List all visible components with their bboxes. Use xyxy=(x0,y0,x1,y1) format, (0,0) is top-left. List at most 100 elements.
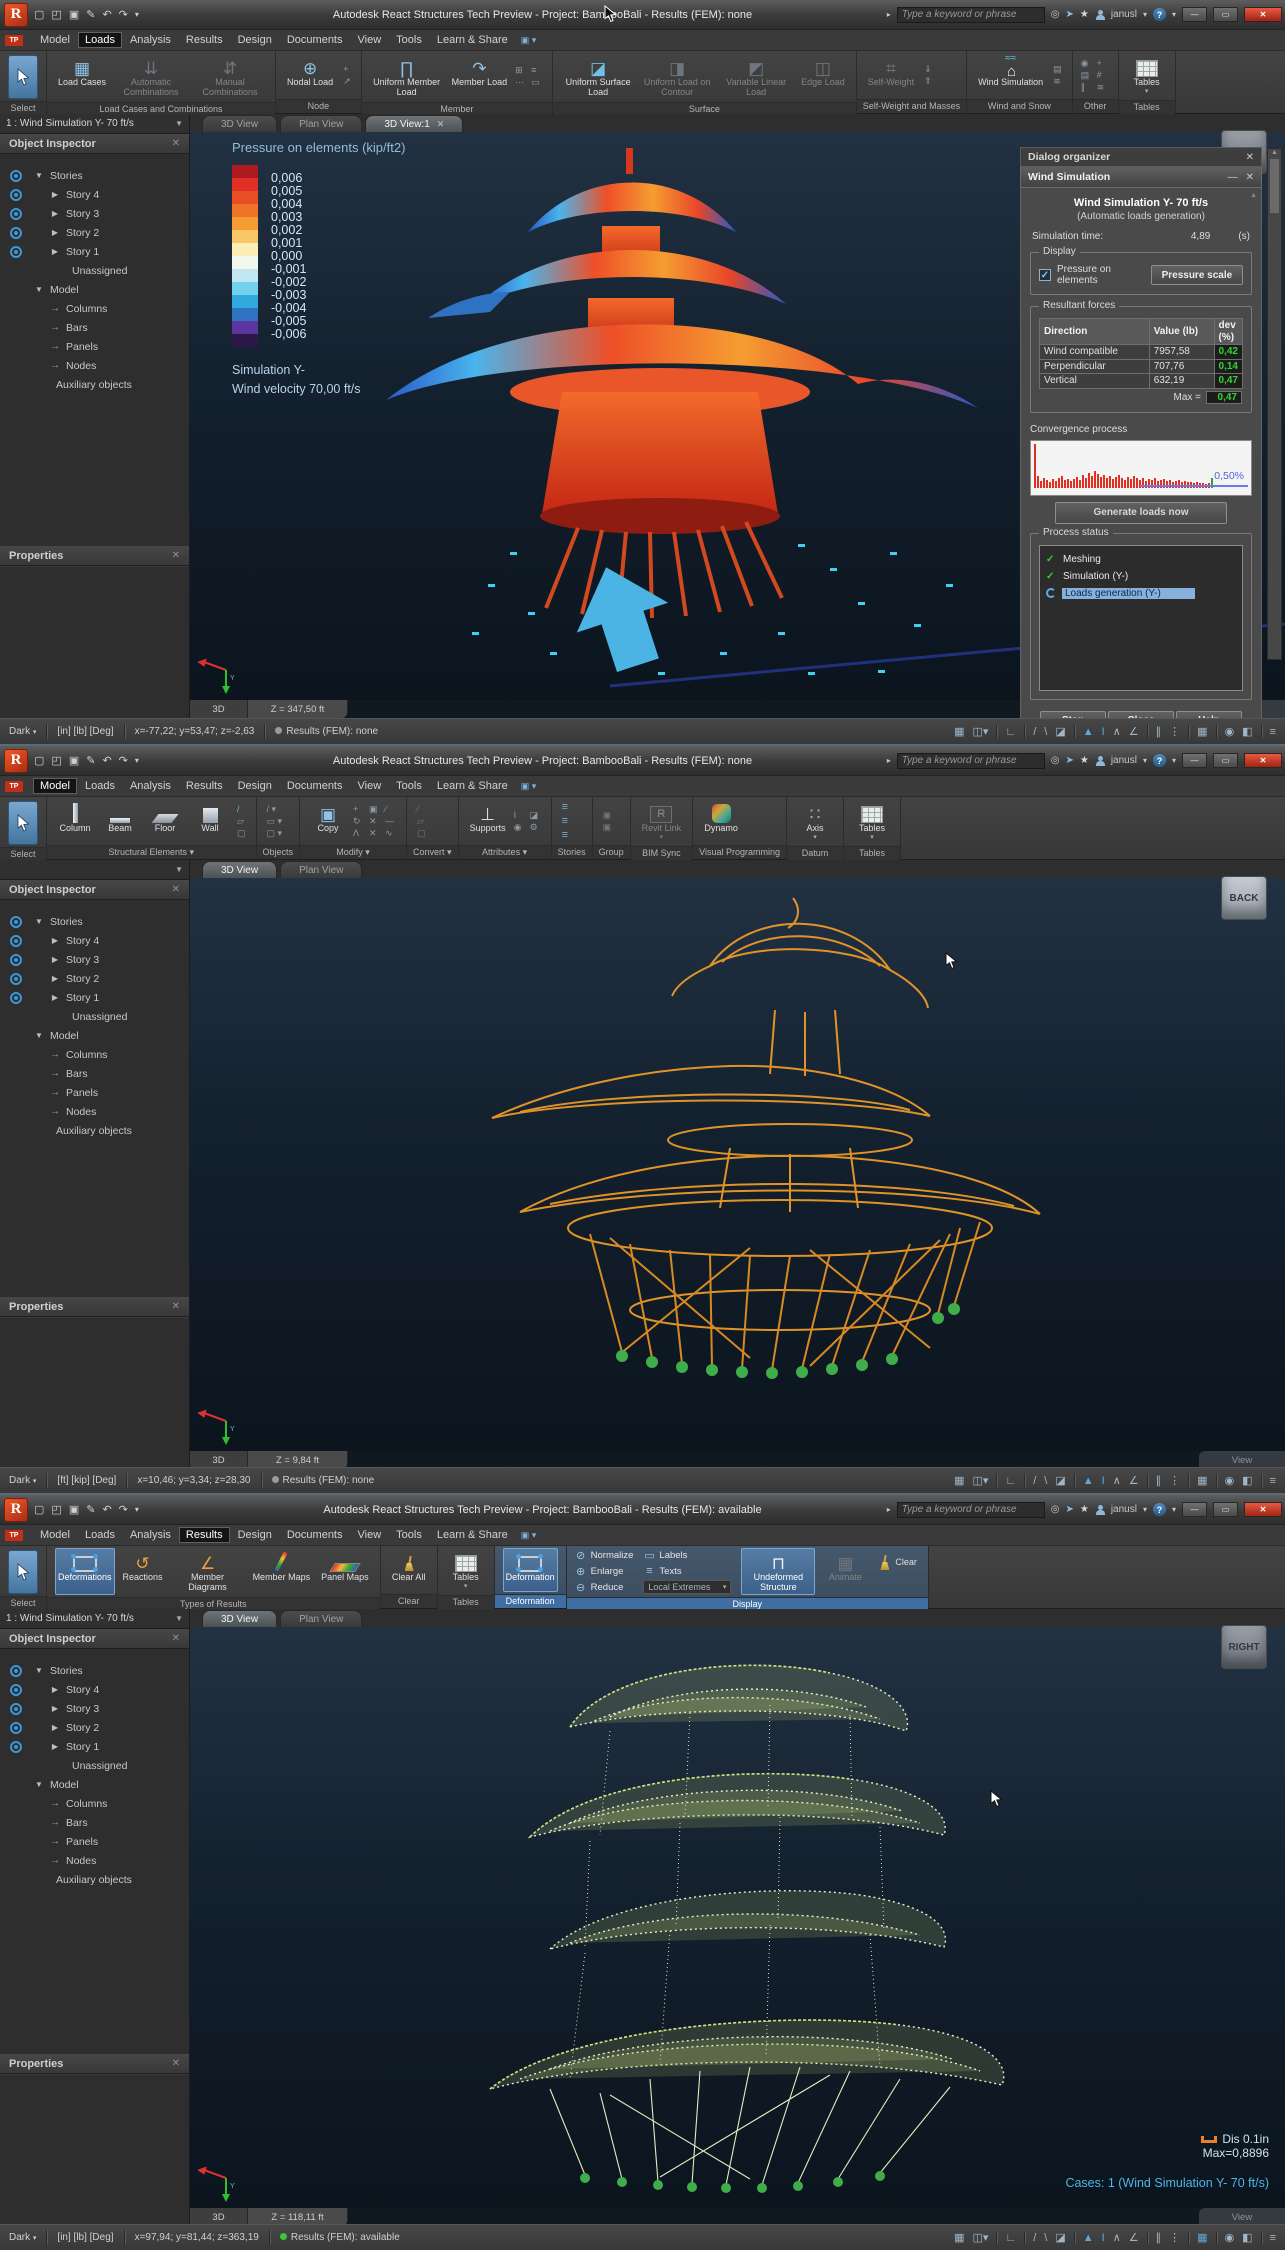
objects-icons[interactable]: / ▾▭ ▾▢ ▾ xyxy=(265,799,285,843)
snap-icon[interactable]: ∧ xyxy=(1113,1474,1121,1487)
help-icon[interactable]: ? xyxy=(1153,1503,1166,1516)
undo-icon[interactable]: ↶ xyxy=(102,8,111,21)
tree-item-story4[interactable]: ▶Story 4 xyxy=(0,931,189,950)
column-button[interactable]: Column xyxy=(55,799,95,843)
visibility-eye-icon[interactable] xyxy=(10,1665,22,1677)
texts-toggle[interactable]: ≡Texts xyxy=(643,1564,731,1578)
close-icon[interactable]: ✕ xyxy=(172,1633,180,1644)
menu-icon[interactable]: ≡ xyxy=(1270,1475,1276,1487)
tab-plan-view[interactable]: Plan View xyxy=(280,115,362,132)
select-tool-button[interactable] xyxy=(8,55,38,99)
qat-dropdown-icon[interactable]: ▾ xyxy=(135,10,139,19)
background-toggle-icon[interactable]: ◫▾ xyxy=(973,2231,989,2244)
restore-button[interactable]: ▭ xyxy=(1213,1502,1238,1517)
status-item-simulation[interactable]: ✓Simulation (Y-) xyxy=(1046,568,1236,585)
tab-results[interactable]: Results xyxy=(179,32,230,48)
table-row[interactable]: Perpendicular707,760,14 xyxy=(1040,359,1243,374)
pressure-scale-button[interactable]: Pressure scale xyxy=(1151,265,1243,285)
close-icon[interactable]: ✕ xyxy=(172,138,180,149)
tab-learn-share[interactable]: Learn & Share xyxy=(430,1527,515,1543)
tree-item-nodes[interactable]: →Nodes xyxy=(0,1102,189,1121)
tab-view[interactable]: View xyxy=(351,778,389,794)
edge-load-button[interactable]: ◫Edge Load xyxy=(798,53,848,100)
split-view-icon[interactable]: ◧ xyxy=(1242,2231,1252,2244)
z-elevation-label[interactable]: Z = 347,50 ft xyxy=(248,700,348,718)
save-icon[interactable]: ▣ xyxy=(69,8,79,21)
user-dropdown-icon[interactable]: ▾ xyxy=(1143,1505,1147,1514)
view-cube[interactable]: BACK xyxy=(1221,876,1267,920)
help-dropdown-icon[interactable]: ▾ xyxy=(1172,756,1176,765)
expander-icon[interactable]: ▶ xyxy=(50,1685,60,1694)
section-columns-icon[interactable]: ∥ xyxy=(1156,2231,1162,2244)
undo-icon[interactable]: ↶ xyxy=(102,754,111,767)
variable-linear-load-button[interactable]: ◩Variable Linear Load xyxy=(719,53,793,100)
grid-icon[interactable]: ▦ xyxy=(954,725,964,738)
search-input[interactable]: Type a keyword or phrase xyxy=(897,1502,1045,1518)
app-logo-icon[interactable]: R xyxy=(4,749,28,773)
expander-icon[interactable]: ▶ xyxy=(50,1742,60,1751)
t ree-item-story4[interactable]: ▶Story 4 xyxy=(0,185,189,204)
node-extra-icons[interactable]: +↗ xyxy=(341,53,353,97)
load-case-selector[interactable]: 1 : Wind Simulation Y- 70 ft/s▼ xyxy=(0,114,189,134)
shading-icon[interactable]: ◪ xyxy=(1055,725,1065,738)
visibility-eye-icon[interactable] xyxy=(10,992,22,1004)
open-file-icon[interactable]: ◰ xyxy=(51,754,61,767)
dialog-title-bar[interactable]: Wind Simulation—✕ xyxy=(1020,167,1262,188)
load-case-selector[interactable]: ▼ xyxy=(0,860,189,880)
open-file-icon[interactable]: ◰ xyxy=(51,8,61,21)
visibility-eye-icon[interactable] xyxy=(10,1741,22,1753)
shading-icon[interactable]: ◪ xyxy=(1055,1474,1065,1487)
tree-item-stories[interactable]: ▼Stories xyxy=(0,166,189,185)
close-icon[interactable]: ✕ xyxy=(1246,152,1254,163)
dimension-icon[interactable]: \ xyxy=(1044,726,1047,738)
tree-item-story3[interactable]: ▶Story 3 xyxy=(0,1699,189,1718)
measure-icon[interactable]: / xyxy=(1033,1475,1036,1487)
expander-icon[interactable]: ▼ xyxy=(34,1666,44,1675)
reactions-button[interactable]: ↺Reactions xyxy=(120,1548,166,1595)
close-icon[interactable]: ✕ xyxy=(172,884,180,895)
tab-plan-view[interactable]: Plan View xyxy=(280,1610,362,1627)
tab-analysis[interactable]: Analysis xyxy=(123,1527,178,1543)
tree-item-model[interactable]: ▼Model xyxy=(0,1026,189,1045)
dimension-icon[interactable]: \ xyxy=(1044,2232,1047,2244)
visibility-eye-icon[interactable] xyxy=(10,935,22,947)
tree-item-story2[interactable]: ▶Story 2 xyxy=(0,223,189,242)
tab-3d-view[interactable]: 3D View xyxy=(202,115,277,132)
dynamo-button[interactable]: Dynamo xyxy=(701,799,741,843)
wall-button[interactable]: Wall xyxy=(190,799,230,843)
wind-simulation-button[interactable]: ≈≈⌂Wind Simulation xyxy=(975,53,1046,97)
close-button[interactable]: Close xyxy=(1108,711,1174,719)
nodal-load-button[interactable]: ⊕Nodal Load xyxy=(284,53,336,97)
visibility-eye-icon[interactable] xyxy=(10,1684,22,1696)
other-icons[interactable]: ◉+▤#∥≋ xyxy=(1081,53,1110,97)
tab-3d-view-1[interactable]: 3D View:1✕ xyxy=(365,115,463,132)
tab-results[interactable]: Results xyxy=(179,778,230,794)
visibility-eye-icon[interactable] xyxy=(10,170,22,182)
minimize-button[interactable]: — xyxy=(1182,1502,1207,1517)
convert-icons[interactable]: ∕▱▢ xyxy=(415,799,428,843)
tab-model[interactable]: Model xyxy=(33,32,77,48)
attributes-icons[interactable]: I◪◉⚙ xyxy=(514,799,543,843)
tab-3d-view[interactable]: 3D View xyxy=(202,861,277,878)
menu-icon[interactable]: ≡ xyxy=(1270,2232,1276,2244)
help-dropdown-icon[interactable]: ▾ xyxy=(1172,1505,1176,1514)
copy-button[interactable]: ▣Copy xyxy=(308,799,348,843)
tab-learn-share[interactable]: Learn & Share xyxy=(430,778,515,794)
expander-icon[interactable]: ▶ xyxy=(50,936,60,945)
member-load-button[interactable]: ↷Member Load xyxy=(449,53,511,100)
tab-analysis[interactable]: Analysis xyxy=(123,778,178,794)
favorites-star-icon[interactable]: ★ xyxy=(1080,9,1089,20)
theme-selector[interactable]: Dark ▾ xyxy=(9,2232,36,2243)
search-binoculars-icon[interactable]: ◎ xyxy=(1051,1504,1060,1515)
tab-view[interactable]: View xyxy=(351,32,389,48)
tab-documents[interactable]: Documents xyxy=(280,32,350,48)
3d-canvas[interactable] xyxy=(190,878,1285,1451)
member-maps-button[interactable]: Member Maps xyxy=(250,1548,314,1595)
vertical-axis-icon[interactable]: ▲ xyxy=(1083,726,1094,738)
tab-3d-view[interactable]: 3D View xyxy=(202,1610,277,1627)
render-icon[interactable]: ◉ xyxy=(1225,725,1235,738)
modify-icons[interactable]: +▣∕↻✕—Λ✕∿ xyxy=(353,799,398,843)
tab-tools[interactable]: Tools xyxy=(389,778,429,794)
units-label[interactable]: [in] [lb] [Deg] xyxy=(57,2232,113,2243)
search-expand-icon[interactable]: ▸ xyxy=(887,756,891,765)
